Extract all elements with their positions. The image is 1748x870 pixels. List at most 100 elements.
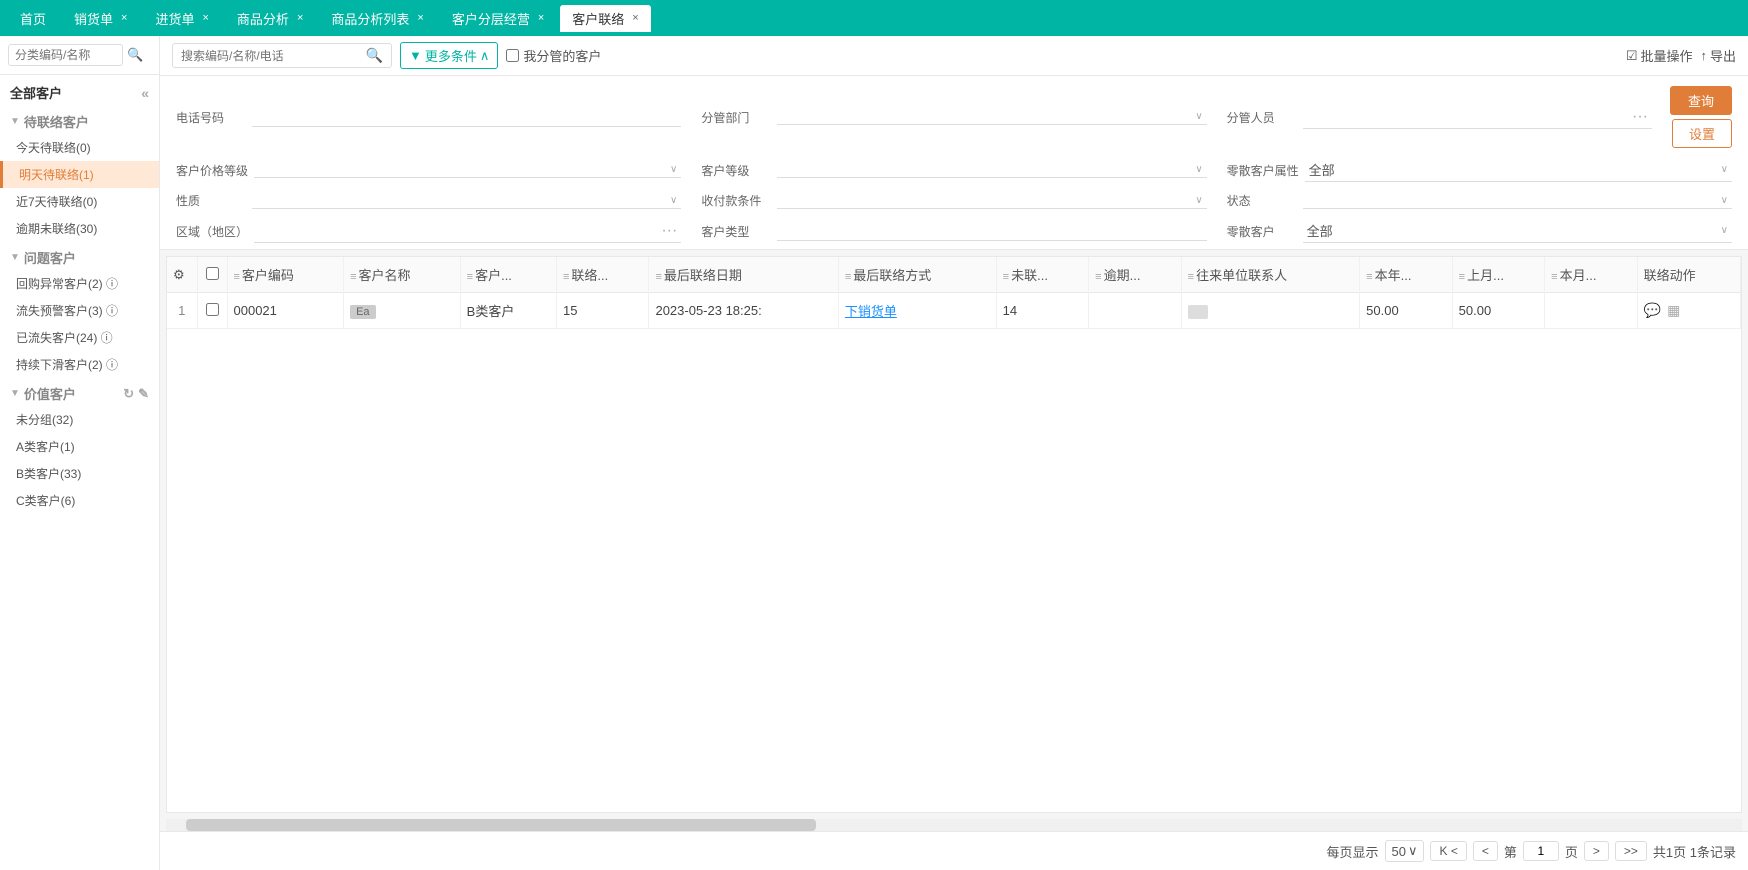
toolbar: 🔍 ▼ 更多条件 ∧ 我分管的客户 ☑ 批量操作 ↑ 导出 [160,36,1748,76]
sort-icon-unliaised: ≡ [1003,271,1009,283]
filter-row-customer-level: 客户等级 ∨ [701,158,1206,182]
filter-label-payment: 收付款条件 [701,192,771,209]
nav-item-customer-contact[interactable]: 客户联络 × [560,5,650,32]
sidebar-item-c-class[interactable]: C类客户(6) [0,487,159,514]
nav-close-customer-tier[interactable]: × [538,12,544,24]
row-code: 000021 [227,293,344,329]
nav-close-purchase[interactable]: × [202,12,208,24]
nav-item-home[interactable]: 首页 [8,5,58,32]
filter-label: 更多条件 [425,46,477,65]
first-page-btn[interactable]: K < [1430,841,1466,861]
customer-table: ⚙ ≡客户编码 ≡客户名称 ≡客户... [167,257,1741,329]
filter-select-price-level[interactable]: ∨ [254,162,681,178]
filter-row-nature: 性质 ∨ [176,192,681,209]
settings-gear-icon[interactable]: ⚙ [173,267,185,282]
prev-page-btn[interactable]: < [1473,841,1498,861]
sidebar-search-input[interactable] [8,44,123,66]
table-row: 1 000021 Ea B类客户 15 2023-05-23 18:25: 下销… [167,293,1741,329]
filter-select-customer-level[interactable]: ∨ [777,162,1206,178]
nav-item-sales[interactable]: 销货单 × [62,5,139,32]
sidebar-all-customers[interactable]: 全部客户 « [0,75,159,106]
filter-select-payment[interactable]: ∨ [777,193,1206,209]
nav-close-sales[interactable]: × [121,12,127,24]
filter-label-retail: 零散客户 [1227,223,1297,240]
sort-icon-last-month: ≡ [1459,271,1465,283]
nav-label-customer-contact: 客户联络 [572,9,624,28]
table-area: ⚙ ≡客户编码 ≡客户名称 ≡客户... [166,256,1742,813]
sort-icon-code: ≡ [234,271,240,283]
sidebar-item-overdue[interactable]: 逾期未联络(30) [0,215,159,242]
search-input[interactable] [181,49,366,63]
sidebar-item-b-class[interactable]: B类客户(33) [0,460,159,487]
nav-close-analysis[interactable]: × [297,12,303,24]
sidebar-collapse-icon[interactable]: « [141,85,149,101]
nav-item-customer-tier[interactable]: 客户分层经营 × [440,5,556,32]
row-checkbox[interactable] [206,303,219,316]
my-customer-checkbox[interactable] [506,49,519,62]
sidebar-item-churned[interactable]: 已流失客户(24) ⓘ [0,324,159,351]
nav-close-analysis-list[interactable]: × [417,12,423,24]
filter-label-retail-attr: 零散客户属性 [1227,162,1299,179]
nav-close-customer-contact[interactable]: × [632,12,638,24]
batch-operation-btn[interactable]: ☑ 批量操作 [1626,46,1693,65]
filter-dots-region[interactable]: ··· [661,222,677,240]
filter-label-region: 区域（地区） [176,223,248,240]
sort-icon-type: ≡ [467,271,473,283]
select-all-checkbox[interactable] [206,267,219,280]
filter-label-type: 客户类型 [701,223,771,240]
filter-dots-manager[interactable]: ··· [1632,108,1648,126]
grid-icon[interactable]: ▦ [1667,302,1680,319]
content-area: 🔍 ▼ 更多条件 ∧ 我分管的客户 ☑ 批量操作 ↑ 导出 [160,36,1748,870]
export-label: 导出 [1710,46,1736,65]
pagination: 每页显示 50 ∨ K < < 第 页 > >> 共1页 1条记录 [160,831,1748,870]
setting-button[interactable]: 设置 [1672,119,1732,148]
filter-select-nature[interactable]: ∨ [252,193,681,209]
sidebar-item-ungrouped[interactable]: 未分组(32) [0,406,159,433]
toolbar-right: ☑ 批量操作 ↑ 导出 [1626,46,1736,65]
my-customer-checkbox-label[interactable]: 我分管的客户 [506,46,601,65]
filter-select-status[interactable]: ∨ [1303,193,1732,209]
nav-item-analysis-list[interactable]: 商品分析列表 × [319,5,435,32]
filter-retail-attr-value: 全部 [1309,160,1335,179]
group-triangle-value: ▼ [10,388,20,399]
filter-select-dept[interactable]: ∨ [777,109,1206,125]
sidebar-item-7days[interactable]: 近7天待联络(0) [0,188,159,215]
sidebar-search-icon[interactable]: 🔍 [127,47,143,63]
col-setting[interactable]: ⚙ [167,257,197,293]
filter-label-manager: 分管人员 [1227,109,1297,126]
filter-select-retail[interactable]: 全部 ∨ [1303,219,1732,243]
per-page-select[interactable]: 50 ∨ [1385,840,1425,862]
filter-more-btn[interactable]: ▼ 更多条件 ∧ [400,42,498,69]
row-checkbox-cell [197,293,227,329]
chat-icon[interactable]: 💬 [1644,302,1661,319]
top-nav: 首页 销货单 × 进货单 × 商品分析 × 商品分析列表 × 客户分层经营 × … [0,0,1748,36]
nav-label-sales: 销货单 [74,9,113,28]
page-number-input[interactable] [1523,841,1559,861]
last-page-btn[interactable]: >> [1615,841,1647,861]
sidebar-item-repurchase-abnormal[interactable]: 回购异常客户(2) ⓘ [0,270,159,297]
query-button[interactable]: 查询 [1670,86,1732,115]
filter-input-phone[interactable] [252,108,681,127]
filter-label-customer-level: 客户等级 [701,162,771,179]
nav-label-purchase: 进货单 [155,9,194,28]
export-btn[interactable]: ↑ 导出 [1700,46,1736,65]
sidebar-item-declining[interactable]: 持续下滑客户(2) ⓘ [0,351,159,378]
sidebar-item-a-class[interactable]: A类客户(1) [0,433,159,460]
last-method-link[interactable]: 下销货单 [845,304,897,319]
nav-item-analysis[interactable]: 商品分析 × [225,5,315,32]
value-edit-icon[interactable]: ✎ [138,386,149,402]
sidebar-item-churn-warning[interactable]: 流失预警客户(3) ⓘ [0,297,159,324]
search-icon[interactable]: 🔍 [366,47,383,64]
sidebar-group-pending: ▼ 待联络客户 [0,106,159,134]
col-header-year: ≡本年... [1360,257,1453,293]
filter-label-price-level: 客户价格等级 [176,162,248,179]
page-suffix: 页 [1565,842,1578,861]
filter-input-type[interactable] [777,222,1206,241]
sidebar-item-today[interactable]: 今天待联络(0) [0,134,159,161]
value-refresh-icon[interactable]: ↻ [123,386,134,402]
horizontal-scrollbar[interactable] [166,819,1742,831]
sidebar-item-tomorrow[interactable]: 明天待联络(1) [0,161,159,188]
filter-select-retail-attr[interactable]: 全部 ∨ [1305,158,1732,182]
next-page-btn[interactable]: > [1584,841,1609,861]
nav-item-purchase[interactable]: 进货单 × [143,5,220,32]
